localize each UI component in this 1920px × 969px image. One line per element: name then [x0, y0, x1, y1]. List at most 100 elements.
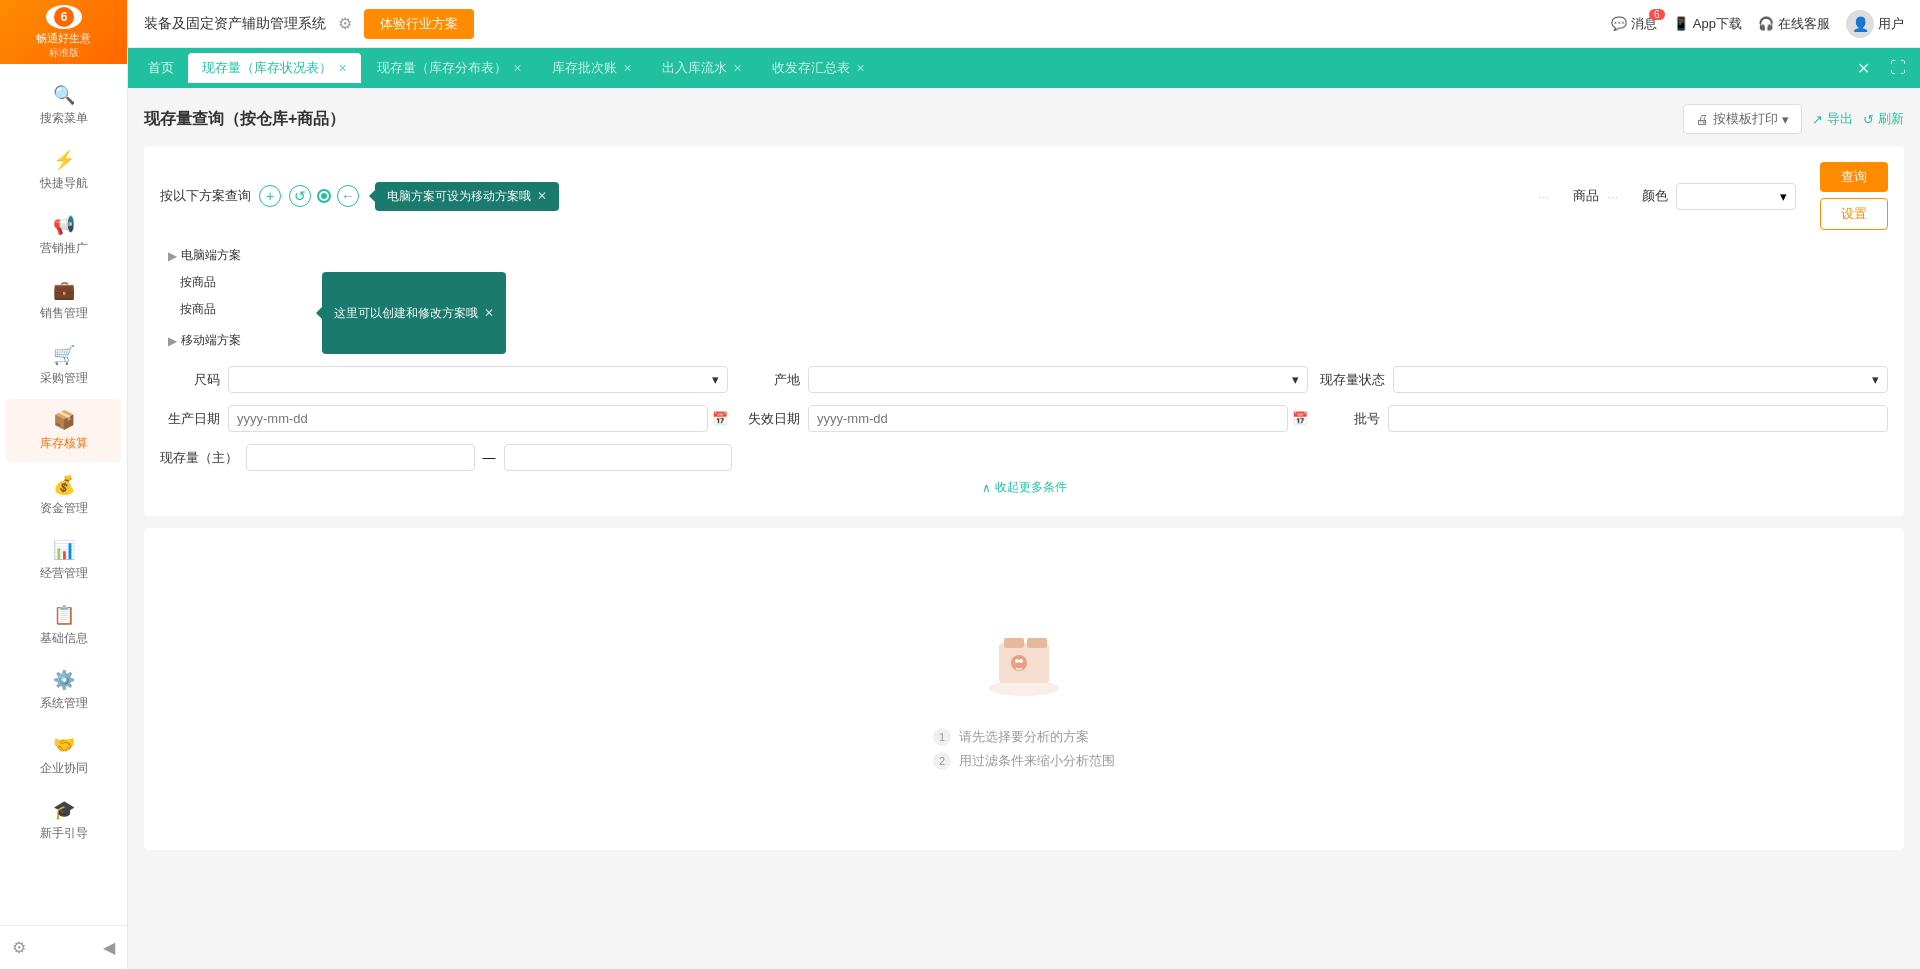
filter-batch: 批号 [1320, 405, 1888, 432]
experience-btn[interactable]: 体验行业方案 [364, 9, 474, 39]
filter-more-dots[interactable]: ··· [1538, 189, 1549, 204]
filter-expire-date: 失效日期 📅 [740, 405, 1308, 432]
header-right: 💬 消息 6 📱 App下载 🎧 在线客服 👤 用户 [1611, 10, 1904, 38]
goods-dots[interactable]: ··· [1607, 189, 1618, 204]
sidebar-item-guide[interactable]: 🎓 新手引导 [6, 789, 121, 852]
scheme-desktop-parent[interactable]: ▶ 电脑端方案 [160, 242, 310, 269]
scheme-edit-tooltip-close[interactable]: ✕ [484, 306, 494, 320]
scheme-tooltip: 电脑方案可设为移动方案哦 ✕ [375, 182, 559, 211]
origin-select[interactable]: ▾ [808, 366, 1308, 393]
sidebar-item-inventory[interactable]: 📦 库存核算 [6, 399, 121, 462]
tab-close-icon-1[interactable]: ✕ [513, 62, 522, 75]
collapse-filter-btn[interactable]: ∧ 收起更多条件 [160, 471, 1888, 500]
filter-origin: 产地 ▾ [740, 366, 1308, 393]
produce-date-label: 生产日期 [160, 410, 220, 428]
scheme-area: ▶ 电脑端方案 按商品 按商品 ▶ 移动端方案 这 [160, 242, 1888, 354]
filter-qty-status: 现存量状态 ▾ [1320, 366, 1888, 393]
refresh-icon: ↺ [1863, 112, 1874, 127]
batch-input[interactable] [1388, 405, 1888, 432]
page-header: 现存量查询（按仓库+商品） 🖨 按模板打印 ▾ ↗ 导出 ↺ 刷新 [144, 104, 1904, 134]
scheme-item-1[interactable]: 按商品 [160, 269, 310, 296]
tab-inventory-dist[interactable]: 现存量（库存分布表） ✕ [363, 53, 536, 83]
sidebar-item-basic-info[interactable]: 📋 基础信息 [6, 594, 121, 657]
logo-text: 畅通好生意 标准版 [36, 31, 91, 60]
scheme-tree: ▶ 电脑端方案 按商品 按商品 ▶ 移动端方案 [160, 242, 310, 354]
expire-date-range: 📅 [808, 405, 1308, 432]
empty-state: 1 请先选择要分析的方案 2 用过滤条件来缩小分析范围 [144, 528, 1904, 850]
tab-home[interactable]: 首页 [136, 53, 186, 83]
sidebar-item-search[interactable]: 🔍 搜索菜单 [6, 74, 121, 137]
color-select[interactable]: ▾ [1676, 183, 1796, 210]
headset-icon: 🎧 [1758, 16, 1774, 31]
export-icon: ↗ [1812, 112, 1823, 127]
tab-close-icon-0[interactable]: ✕ [338, 62, 347, 75]
print-btn[interactable]: 🖨 按模板打印 ▾ [1683, 104, 1802, 134]
scheme-tooltip-close[interactable]: ✕ [537, 189, 547, 203]
origin-label: 产地 [740, 371, 800, 389]
size-select[interactable]: ▾ [228, 366, 728, 393]
sidebar-item-sales[interactable]: 💼 销售管理 [6, 269, 121, 332]
tab-summary[interactable]: 收发存汇总表 ✕ [758, 53, 879, 83]
app-download-btn[interactable]: 📱 App下载 [1673, 15, 1742, 33]
connector-dot [319, 191, 329, 201]
sidebar-item-marketing[interactable]: 📢 营销推广 [6, 204, 121, 267]
tab-expand-icon[interactable]: ⛶ [1884, 57, 1912, 80]
tab-close-icon-3[interactable]: ✕ [733, 62, 742, 75]
guide-icon: 🎓 [53, 799, 75, 821]
user-area[interactable]: 👤 用户 [1846, 10, 1904, 38]
qty-max-input[interactable] [504, 444, 733, 471]
top-header: 装备及固定资产辅助管理系统 ⚙ 体验行业方案 💬 消息 6 📱 App下载 🎧 … [128, 0, 1920, 48]
expire-date-start[interactable] [808, 405, 1288, 432]
header-gear-icon[interactable]: ⚙ [338, 14, 352, 33]
message-icon: 💬 [1611, 16, 1627, 31]
arrow-filter-btn[interactable]: ← [337, 185, 359, 207]
tab-close-icon-2[interactable]: ✕ [623, 62, 632, 75]
filter-controls: + ↺ ← [259, 185, 359, 207]
settings-icon[interactable]: ⚙ [12, 938, 26, 957]
refresh-filter-btn[interactable]: ↺ [289, 185, 311, 207]
produce-date-range: 📅 [228, 405, 728, 432]
set-btn[interactable]: 设置 [1820, 198, 1888, 230]
qty-min-input[interactable] [246, 444, 475, 471]
print-icon: 🖨 [1696, 112, 1709, 127]
export-btn[interactable]: ↗ 导出 [1812, 110, 1853, 128]
scheme-mobile-parent[interactable]: ▶ 移动端方案 [160, 327, 310, 354]
sidebar-item-quicknav[interactable]: ⚡ 快捷导航 [6, 139, 121, 202]
scheme-item-2[interactable]: 按商品 [160, 296, 310, 323]
tab-inout-flow[interactable]: 出入库流水 ✕ [648, 53, 756, 83]
sidebar-item-enterprise[interactable]: 🤝 企业协同 [6, 724, 121, 787]
qty-main-label: 现存量（主） [160, 449, 238, 467]
svg-point-6 [1011, 655, 1027, 671]
expand-mobile-icon: ▶ [168, 334, 177, 348]
search-btn[interactable]: 查询 [1820, 162, 1888, 192]
date-range-separator: 📅 [712, 411, 728, 426]
qty-range-dash: — [483, 450, 496, 465]
qty-range: — [246, 444, 732, 471]
collapse-up-icon: ∧ [982, 481, 991, 495]
sidebar-item-purchase[interactable]: 🛒 采购管理 [6, 334, 121, 397]
sidebar: 6 畅通好生意 标准版 🔍 搜索菜单 ⚡ 快捷导航 📢 营销推广 💼 销售管理 … [0, 0, 128, 969]
expire-date-icon: 📅 [1292, 411, 1308, 426]
finance-icon: 💰 [53, 474, 75, 496]
sidebar-footer: ⚙ ◀ [0, 925, 127, 969]
message-area[interactable]: 💬 消息 6 [1611, 15, 1657, 33]
collapse-sidebar-icon[interactable]: ◀ [103, 938, 115, 957]
refresh-btn[interactable]: ↺ 刷新 [1863, 110, 1904, 128]
sidebar-item-finance[interactable]: 💰 资金管理 [6, 464, 121, 527]
enterprise-icon: 🤝 [53, 734, 75, 756]
avatar: 👤 [1846, 10, 1874, 38]
tab-close-all-icon[interactable]: ✕ [1851, 57, 1876, 80]
online-service-btn[interactable]: 🎧 在线客服 [1758, 15, 1830, 33]
sidebar-item-management[interactable]: 📊 经营管理 [6, 529, 121, 592]
qty-status-select[interactable]: ▾ [1393, 366, 1888, 393]
tab-close-icon-4[interactable]: ✕ [856, 62, 865, 75]
tab-bar: 首页 现存量（库存状况表） ✕ 现存量（库存分布表） ✕ 库存批次账 ✕ 出入库… [128, 48, 1920, 88]
tab-batch-account[interactable]: 库存批次账 ✕ [538, 53, 646, 83]
sidebar-item-system[interactable]: ⚙️ 系统管理 [6, 659, 121, 722]
print-dropdown-icon: ▾ [1782, 112, 1789, 127]
add-filter-btn[interactable]: + [259, 185, 281, 207]
produce-date-start[interactable] [228, 405, 708, 432]
filter-row-3: 现存量（主） — [160, 444, 1888, 471]
batch-label: 批号 [1320, 410, 1380, 428]
tab-inventory-status[interactable]: 现存量（库存状况表） ✕ [188, 53, 361, 83]
